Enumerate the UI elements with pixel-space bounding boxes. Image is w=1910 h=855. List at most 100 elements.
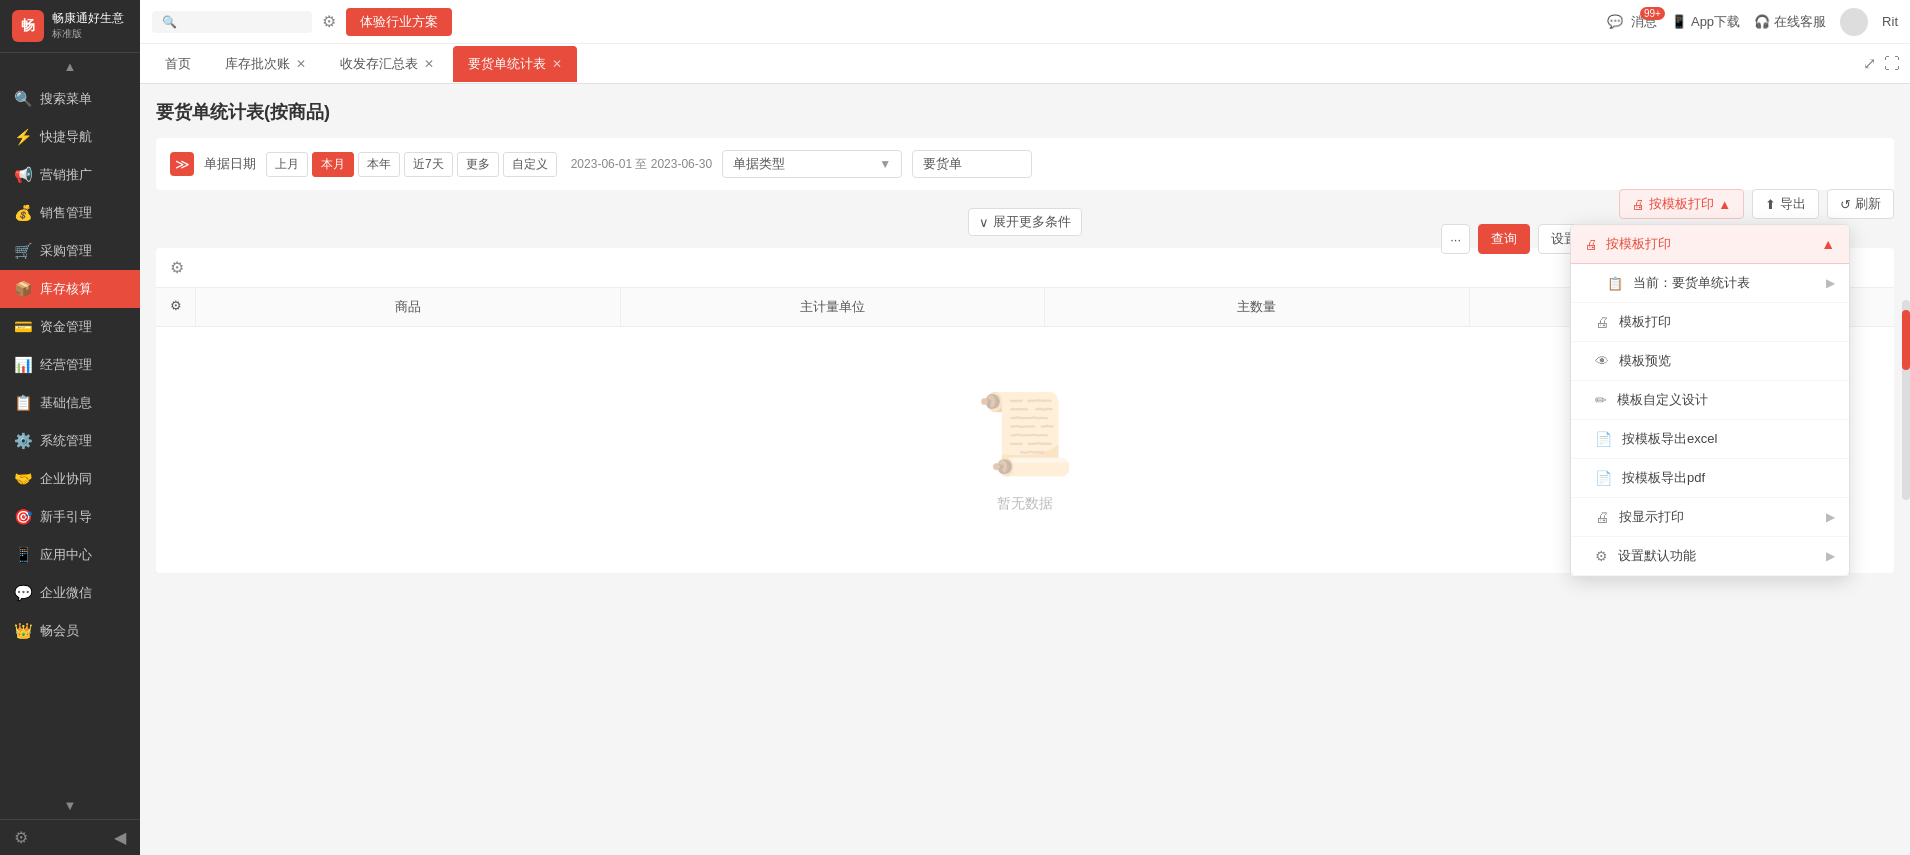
sidebar-item-vip[interactable]: 👑 畅会员 bbox=[0, 612, 140, 650]
system-icon: ⚙️ bbox=[14, 432, 32, 450]
export-button[interactable]: ⬆ 导出 bbox=[1752, 189, 1819, 219]
more-icon: ··· bbox=[1450, 232, 1461, 247]
print-display-print[interactable]: 🖨 按显示打印 ▶ bbox=[1571, 498, 1849, 537]
app-download-button[interactable]: 📱 App下载 bbox=[1671, 13, 1740, 31]
template-print-icon: 🖨 bbox=[1595, 314, 1609, 330]
print-export-pdf[interactable]: 📄 按模板导出pdf bbox=[1571, 459, 1849, 498]
sidebar-item-sales[interactable]: 💰 销售管理 bbox=[0, 194, 140, 232]
main-area: 🔍 ⚙ 体验行业方案 💬 99+ 消息 📱 App下载 🎧 在线客服 Rit bbox=[140, 0, 1910, 855]
expand-icon: ∨ bbox=[979, 215, 989, 230]
current-template-label: 当前：要货单统计表 bbox=[1633, 274, 1816, 292]
right-scrollbar-thumb[interactable] bbox=[1902, 310, 1910, 370]
doc-type-dropdown[interactable]: 单据类型 ▼ bbox=[722, 150, 902, 178]
more-options-button[interactable]: ··· bbox=[1441, 224, 1470, 254]
vip-icon: 👑 bbox=[14, 622, 32, 640]
settings-icon[interactable]: ⚙ bbox=[14, 828, 28, 847]
sidebar-item-newbie[interactable]: 🎯 新手引导 bbox=[0, 498, 140, 536]
topbar-right: 💬 99+ 消息 📱 App下载 🎧 在线客服 Rit bbox=[1607, 8, 1898, 36]
tab-order-stats[interactable]: 要货单统计表 ✕ bbox=[453, 46, 577, 82]
sidebar-item-finance[interactable]: 💳 资金管理 bbox=[0, 308, 140, 346]
order-type-dropdown[interactable]: 要货单 bbox=[912, 150, 1032, 178]
tab-batch-close[interactable]: ✕ bbox=[296, 57, 306, 71]
user-avatar[interactable] bbox=[1840, 8, 1868, 36]
date-btn-7days[interactable]: 近7天 bbox=[404, 152, 453, 177]
sidebar-item-inventory[interactable]: 📦 库存核算 bbox=[0, 270, 140, 308]
sidebar-item-marketing[interactable]: 📢 营销推广 bbox=[0, 156, 140, 194]
filter-expand-button[interactable]: ≫ bbox=[170, 152, 194, 176]
sidebar-item-search[interactable]: 🔍 搜索菜单 bbox=[0, 80, 140, 118]
tabbar-actions: ⤢ ⛶ bbox=[1863, 54, 1900, 73]
collapse-icon[interactable]: ◀ bbox=[114, 828, 126, 847]
newbie-icon: 🎯 bbox=[14, 508, 32, 526]
finance-icon: 💳 bbox=[14, 318, 32, 336]
date-btn-custom[interactable]: 自定义 bbox=[503, 152, 557, 177]
display-print-label: 按显示打印 bbox=[1619, 508, 1816, 526]
tab-collect-close[interactable]: ✕ bbox=[424, 57, 434, 71]
sidebar-item-wechat-label: 企业微信 bbox=[40, 584, 92, 602]
messages-button[interactable]: 💬 99+ 消息 bbox=[1607, 13, 1657, 31]
print-template-design[interactable]: ✏ 模板自定义设计 bbox=[1571, 381, 1849, 420]
settings-gear-icon[interactable]: ⚙ bbox=[322, 12, 336, 31]
sidebar-item-operations[interactable]: 📊 经营管理 bbox=[0, 346, 140, 384]
online-service-label: 在线客服 bbox=[1774, 13, 1826, 31]
date-btn-more[interactable]: 更多 bbox=[457, 152, 499, 177]
default-func-arrow-icon: ▶ bbox=[1826, 549, 1835, 563]
topbar-search-icon: 🔍 bbox=[162, 15, 177, 29]
date-range-text: 2023-06-01 至 2023-06-30 bbox=[571, 156, 712, 173]
sidebar-item-apps[interactable]: 📱 应用中心 bbox=[0, 536, 140, 574]
print-dropdown-chevron-icon[interactable]: ▲ bbox=[1821, 236, 1835, 252]
tab-order-stats-label: 要货单统计表 bbox=[468, 55, 546, 73]
app-name: 畅康通好生意 bbox=[52, 11, 124, 27]
current-template-arrow-icon: ▶ bbox=[1826, 276, 1835, 290]
filter-date-group: 上月 本月 本年 近7天 更多 自定义 bbox=[266, 152, 557, 177]
sidebar-item-purchase[interactable]: 🛒 采购管理 bbox=[0, 232, 140, 270]
marketing-icon: 📢 bbox=[14, 166, 32, 184]
col-settings: ⚙ bbox=[156, 288, 196, 326]
service-icon: 🎧 bbox=[1754, 14, 1770, 29]
refresh-button[interactable]: ↺ 刷新 bbox=[1827, 189, 1894, 219]
print-template-button[interactable]: 🖨 按模板打印 ▲ bbox=[1619, 189, 1744, 219]
order-type-label: 要货单 bbox=[923, 155, 1021, 173]
table-settings-icon[interactable]: ⚙ bbox=[170, 258, 184, 277]
print-current-template[interactable]: 📋 当前：要货单统计表 ▶ bbox=[1571, 264, 1849, 303]
trial-button[interactable]: 体验行业方案 bbox=[346, 8, 452, 36]
tab-fullscreen-button[interactable]: ⛶ bbox=[1884, 55, 1900, 73]
print-header-label: 按模板打印 bbox=[1606, 235, 1671, 253]
query-button[interactable]: 查询 bbox=[1478, 224, 1530, 254]
export-pdf-icon: 📄 bbox=[1595, 470, 1612, 486]
basic-icon: 📋 bbox=[14, 394, 32, 412]
date-btn-prev-month[interactable]: 上月 bbox=[266, 152, 308, 177]
print-default-func[interactable]: ⚙ 设置默认功能 ▶ bbox=[1571, 537, 1849, 576]
sidebar-item-quicknav[interactable]: ⚡ 快捷导航 bbox=[0, 118, 140, 156]
tab-restore-button[interactable]: ⤢ bbox=[1863, 54, 1876, 73]
expand-label: 展开更多条件 bbox=[993, 213, 1071, 231]
sidebar-item-system[interactable]: ⚙️ 系统管理 bbox=[0, 422, 140, 460]
expand-more-button[interactable]: ∨ 展开更多条件 bbox=[968, 208, 1082, 236]
sidebar-item-enterprise-label: 企业协同 bbox=[40, 470, 92, 488]
empty-text: 暂无数据 bbox=[997, 495, 1053, 513]
right-scrollbar[interactable] bbox=[1902, 300, 1910, 500]
tab-order-stats-close[interactable]: ✕ bbox=[552, 57, 562, 71]
col-unit: 主计量单位 bbox=[621, 288, 1046, 326]
date-btn-year[interactable]: 本年 bbox=[358, 152, 400, 177]
tab-collect[interactable]: 收发存汇总表 ✕ bbox=[325, 46, 449, 82]
sidebar-item-inventory-label: 库存核算 bbox=[40, 280, 92, 298]
topbar-search[interactable]: 🔍 bbox=[152, 11, 312, 33]
print-template-print[interactable]: 🖨 模板打印 bbox=[1571, 303, 1849, 342]
online-service-button[interactable]: 🎧 在线客服 bbox=[1754, 13, 1826, 31]
sidebar-item-enterprise[interactable]: 🤝 企业协同 bbox=[0, 460, 140, 498]
tab-batch[interactable]: 库存批次账 ✕ bbox=[210, 46, 321, 82]
username-label: Rit bbox=[1882, 14, 1898, 29]
print-export-excel[interactable]: 📄 按模板导出excel bbox=[1571, 420, 1849, 459]
sidebar-scroll-up[interactable]: ▲ bbox=[0, 53, 140, 80]
sidebar-item-basic[interactable]: 📋 基础信息 bbox=[0, 384, 140, 422]
sidebar-item-marketing-label: 营销推广 bbox=[40, 166, 92, 184]
tab-collect-label: 收发存汇总表 bbox=[340, 55, 418, 73]
tab-home[interactable]: 首页 bbox=[150, 46, 206, 82]
sidebar-scroll-down[interactable]: ▼ bbox=[0, 792, 140, 819]
tab-batch-label: 库存批次账 bbox=[225, 55, 290, 73]
date-btn-current-month[interactable]: 本月 bbox=[312, 152, 354, 177]
print-dropdown-header: 🖨 按模板打印 ▲ bbox=[1571, 225, 1849, 264]
print-template-preview[interactable]: 👁 模板预览 bbox=[1571, 342, 1849, 381]
sidebar-item-wechat[interactable]: 💬 企业微信 bbox=[0, 574, 140, 612]
